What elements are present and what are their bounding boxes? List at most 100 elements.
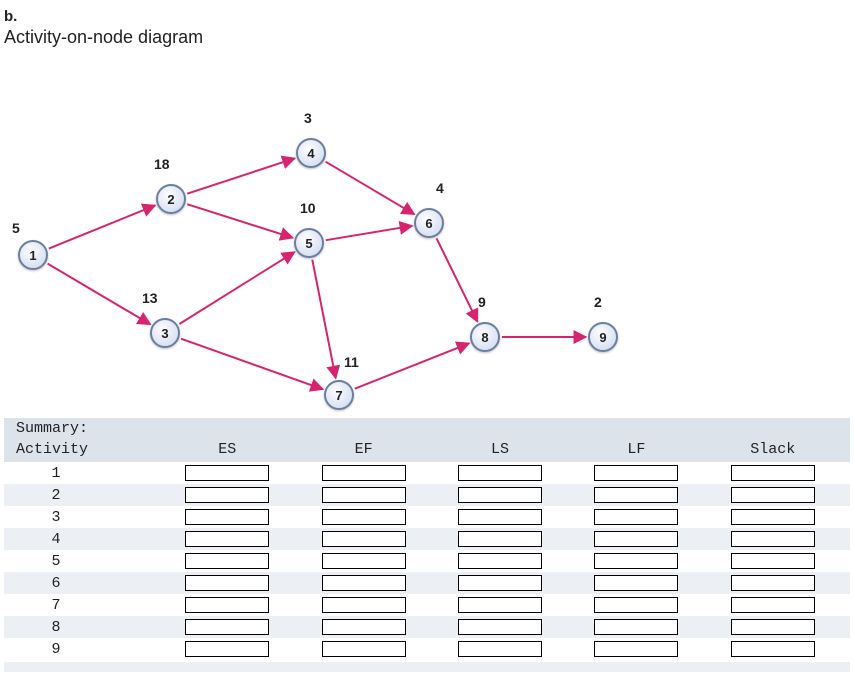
slack-input-2[interactable] [731, 487, 815, 503]
es-input-1[interactable] [185, 465, 269, 481]
edge-7-8 [355, 343, 469, 388]
edge-3-5 [179, 252, 294, 324]
ef-input-8[interactable] [322, 619, 406, 635]
ls-input-3[interactable] [458, 509, 542, 525]
activity-id: 7 [16, 597, 156, 614]
ef-input-4[interactable] [322, 531, 406, 547]
table-row: 9 [4, 638, 850, 660]
edge-1-3 [48, 264, 151, 325]
node-7-duration: 11 [344, 354, 359, 370]
page-title: Activity-on-node diagram [4, 27, 850, 48]
edge-6-8 [437, 238, 478, 321]
activity-id: 9 [16, 641, 156, 658]
ls-input-7[interactable] [458, 597, 542, 613]
slack-input-7[interactable] [731, 597, 815, 613]
es-input-4[interactable] [185, 531, 269, 547]
es-input-3[interactable] [185, 509, 269, 525]
col-slack: Slack [708, 441, 838, 458]
activity-id: 4 [16, 531, 156, 548]
ef-input-6[interactable] [322, 575, 406, 591]
edge-5-6 [326, 226, 412, 240]
node-2: 2 [156, 184, 186, 214]
lf-input-9[interactable] [594, 641, 678, 657]
node-1: 1 [18, 240, 48, 270]
es-input-7[interactable] [185, 597, 269, 613]
node-5-duration: 10 [300, 200, 316, 216]
es-input-8[interactable] [185, 619, 269, 635]
ef-input-5[interactable] [322, 553, 406, 569]
footer-band [4, 662, 850, 672]
edge-2-4 [187, 158, 295, 193]
edge-5-7 [312, 260, 335, 379]
ls-input-8[interactable] [458, 619, 542, 635]
lf-input-1[interactable] [594, 465, 678, 481]
edge-2-5 [187, 204, 293, 238]
question-part: b. [4, 8, 850, 25]
activity-id: 3 [16, 509, 156, 526]
node-2-duration: 18 [154, 156, 170, 172]
slack-input-3[interactable] [731, 509, 815, 525]
node-1-duration: 5 [12, 220, 20, 236]
slack-input-6[interactable] [731, 575, 815, 591]
slack-input-9[interactable] [731, 641, 815, 657]
ls-input-2[interactable] [458, 487, 542, 503]
ls-input-1[interactable] [458, 465, 542, 481]
ls-input-9[interactable] [458, 641, 542, 657]
ls-input-4[interactable] [458, 531, 542, 547]
ls-input-6[interactable] [458, 575, 542, 591]
col-activity: Activity [16, 441, 156, 458]
slack-input-1[interactable] [731, 465, 815, 481]
node-9-duration: 2 [594, 294, 602, 310]
table-row: 1 [4, 462, 850, 484]
summary-table: Summary: Activity ES EF LS LF Slack 12 3 4… [4, 418, 850, 672]
node-6: 6 [414, 208, 444, 238]
edge-3-7 [181, 339, 323, 390]
slack-input-5[interactable] [731, 553, 815, 569]
aon-diagram: 1521831343510647118992 [4, 60, 850, 410]
table-row: 3 [4, 506, 850, 528]
ls-input-5[interactable] [458, 553, 542, 569]
node-4: 4 [296, 138, 326, 168]
summary-header: Activity ES EF LS LF Slack [4, 439, 850, 462]
es-input-9[interactable] [185, 641, 269, 657]
activity-id: 6 [16, 575, 156, 592]
lf-input-7[interactable] [594, 597, 678, 613]
col-ls: LS [435, 441, 565, 458]
slack-input-4[interactable] [731, 531, 815, 547]
ef-input-7[interactable] [322, 597, 406, 613]
col-lf: LF [571, 441, 701, 458]
col-ef: EF [298, 441, 428, 458]
table-row: 6 [4, 572, 850, 594]
activity-id: 5 [16, 553, 156, 570]
lf-input-4[interactable] [594, 531, 678, 547]
lf-input-3[interactable] [594, 509, 678, 525]
ef-input-9[interactable] [322, 641, 406, 657]
node-3: 3 [150, 318, 180, 348]
table-row: 5 [4, 550, 850, 572]
lf-input-5[interactable] [594, 553, 678, 569]
ef-input-2[interactable] [322, 487, 406, 503]
node-9: 9 [588, 322, 618, 352]
node-3-duration: 13 [142, 290, 158, 306]
node-8-duration: 9 [478, 294, 486, 310]
table-row: 2 [4, 484, 850, 506]
node-6-duration: 4 [436, 180, 444, 196]
slack-input-8[interactable] [731, 619, 815, 635]
edge-4-6 [326, 162, 415, 215]
node-4-duration: 3 [304, 110, 312, 126]
table-row: 8 [4, 616, 850, 638]
es-input-2[interactable] [185, 487, 269, 503]
col-es: ES [162, 441, 292, 458]
lf-input-6[interactable] [594, 575, 678, 591]
ef-input-3[interactable] [322, 509, 406, 525]
node-7: 7 [324, 380, 354, 410]
node-8: 8 [470, 322, 500, 352]
es-input-5[interactable] [185, 553, 269, 569]
es-input-6[interactable] [185, 575, 269, 591]
lf-input-2[interactable] [594, 487, 678, 503]
edge-1-2 [49, 205, 155, 248]
lf-input-8[interactable] [594, 619, 678, 635]
activity-id: 8 [16, 619, 156, 636]
summary-title: Summary: [4, 418, 850, 439]
ef-input-1[interactable] [322, 465, 406, 481]
